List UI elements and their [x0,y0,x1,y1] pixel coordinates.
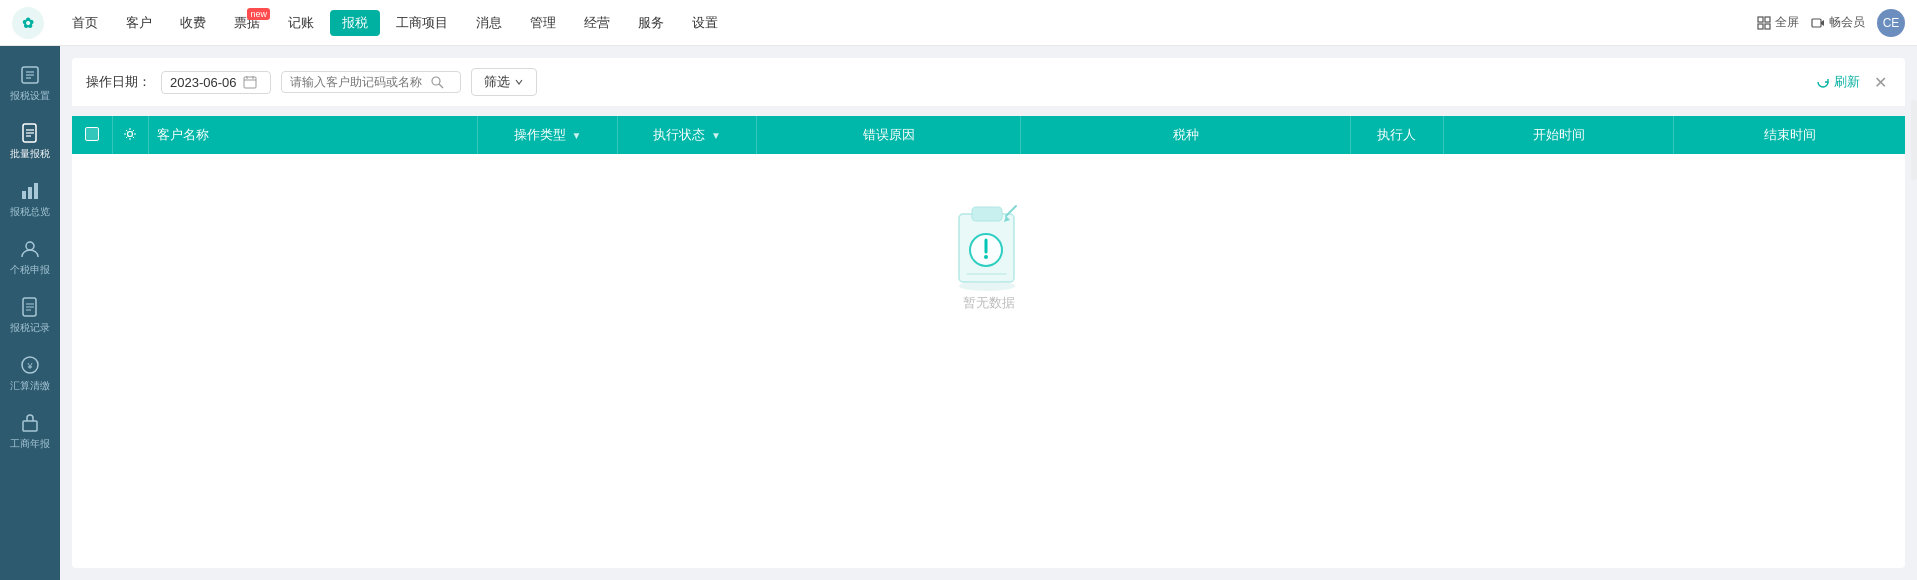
select-all-checkbox[interactable] [85,127,99,141]
table-header-row: 客户名称 操作类型 ▼ 执行状态 ▼ 错误原因 [72,116,1905,154]
sidebar-item-tax-overview[interactable]: 报税总览 [0,170,60,228]
svg-text:¥: ¥ [26,361,33,371]
sidebar-item-annual-report[interactable]: 工商年报 [0,402,60,460]
table-body: 暂无数据 [72,154,1905,352]
search-box[interactable] [281,71,461,93]
fullscreen-icon [1757,16,1771,30]
svg-rect-4 [1758,24,1763,29]
svg-point-18 [26,242,34,250]
settlement-icon: ¥ [19,354,41,376]
video-icon [1811,16,1825,30]
empty-state-cell: 暂无数据 [72,154,1905,352]
empty-state: 暂无数据 [72,154,1905,352]
data-table: 客户名称 操作类型 ▼ 执行状态 ▼ 错误原因 [72,116,1905,352]
sidebar-item-batch-tax[interactable]: 批量报税 [0,112,60,170]
date-value: 2023-06-06 [170,75,237,90]
th-settings[interactable] [112,116,148,154]
svg-point-41 [959,281,1015,291]
nav-item-tax[interactable]: 报税 [330,10,380,36]
nav-item-economy[interactable]: 经营 [572,10,622,36]
svg-rect-17 [34,183,38,199]
filter-label: 筛选 [484,73,510,91]
fullscreen-label: 全屏 [1775,14,1799,31]
svg-rect-3 [1765,17,1770,22]
th-executor: 执行人 [1351,116,1443,154]
nav-items-list: 首页 客户 收费 票据 new 记账 报税 工商项目 消息 管理 经营 服务 设… [60,10,1757,36]
toolbar: 操作日期： 2023-06-06 筛选 [72,58,1905,106]
annual-report-icon [19,412,41,434]
personal-tax-icon [19,238,41,260]
chevron-down-icon [514,77,524,87]
nav-item-collection[interactable]: 收费 [168,10,218,36]
svg-rect-26 [244,77,256,88]
nav-right-section: 全屏 畅会员 CE [1757,9,1905,37]
svg-point-30 [432,77,440,85]
svg-rect-34 [972,207,1002,221]
search-icon [430,75,444,89]
th-exec-status: 执行状态 ▼ [617,116,756,154]
fullscreen-button[interactable]: 全屏 [1757,14,1799,31]
op-type-filter-icon[interactable]: ▼ [572,130,582,141]
svg-rect-2 [1758,17,1763,22]
sidebar-item-personal-tax[interactable]: 个税申报 [0,228,60,286]
th-customer-name: 客户名称 [148,116,478,154]
nav-item-invoice[interactable]: 票据 new [222,10,272,36]
table-container: 客户名称 操作类型 ▼ 执行状态 ▼ 错误原因 [72,116,1905,568]
empty-text: 暂无数据 [963,294,1015,312]
refresh-icon [1816,75,1830,89]
th-op-type: 操作类型 ▼ [478,116,617,154]
nav-item-manage[interactable]: 管理 [518,10,568,36]
filter-button[interactable]: 筛选 [471,68,537,96]
nav-item-message[interactable]: 消息 [464,10,514,36]
refresh-label: 刷新 [1834,73,1860,91]
settings-icon [123,127,137,141]
svg-line-31 [439,84,443,88]
app-logo[interactable]: ✿ [12,7,44,39]
nav-item-business[interactable]: 工商项目 [384,10,460,36]
date-picker[interactable]: 2023-06-06 [161,71,271,94]
date-label: 操作日期： [86,73,151,91]
batch-tax-icon [19,122,41,144]
sidebar-item-settlement[interactable]: ¥ 汇算清缴 [0,344,60,402]
tax-settings-icon [19,64,41,86]
empty-row: 暂无数据 [72,154,1905,352]
user-avatar[interactable]: CE [1877,9,1905,37]
tax-record-icon [19,296,41,318]
content-area: 操作日期： 2023-06-06 筛选 [60,46,1917,580]
calendar-icon [243,75,257,89]
th-checkbox[interactable] [72,116,112,154]
top-navigation: ✿ 首页 客户 收费 票据 new 记账 报税 工商项目 消息 管理 经营 服务… [0,0,1917,46]
main-layout: 报税设置 批量报税 报税总览 [0,46,1917,580]
th-tax-type: 税种 [1021,116,1351,154]
refresh-button[interactable]: 刷新 [1816,73,1860,91]
search-input[interactable] [290,75,430,89]
svg-point-37 [984,255,988,259]
nav-item-home[interactable]: 首页 [60,10,110,36]
empty-illustration [944,194,1034,294]
new-badge: new [247,8,270,21]
svg-rect-6 [1812,19,1821,27]
nav-item-settings[interactable]: 设置 [680,10,730,36]
th-end-time: 结束时间 [1674,116,1905,154]
nav-item-customer[interactable]: 客户 [114,10,164,36]
nav-item-accounting[interactable]: 记账 [276,10,326,36]
member-label: 畅会员 [1829,14,1865,31]
th-start-time: 开始时间 [1443,116,1674,154]
svg-point-32 [128,131,133,136]
nav-item-service[interactable]: 服务 [626,10,676,36]
sidebar-item-tax-record[interactable]: 报税记录 [0,286,60,344]
svg-rect-15 [22,191,26,199]
svg-text:✿: ✿ [22,15,34,31]
sidebar: 报税设置 批量报税 报税总览 [0,46,60,580]
svg-rect-5 [1765,24,1770,29]
tax-overview-icon [19,180,41,202]
member-button[interactable]: 畅会员 [1811,14,1865,31]
svg-rect-16 [28,187,32,199]
close-button[interactable]: ✕ [1870,73,1891,92]
svg-rect-25 [23,421,37,431]
exec-status-filter-icon[interactable]: ▼ [711,130,721,141]
sidebar-item-tax-settings[interactable]: 报税设置 [0,54,60,112]
th-error-reason: 错误原因 [757,116,1021,154]
